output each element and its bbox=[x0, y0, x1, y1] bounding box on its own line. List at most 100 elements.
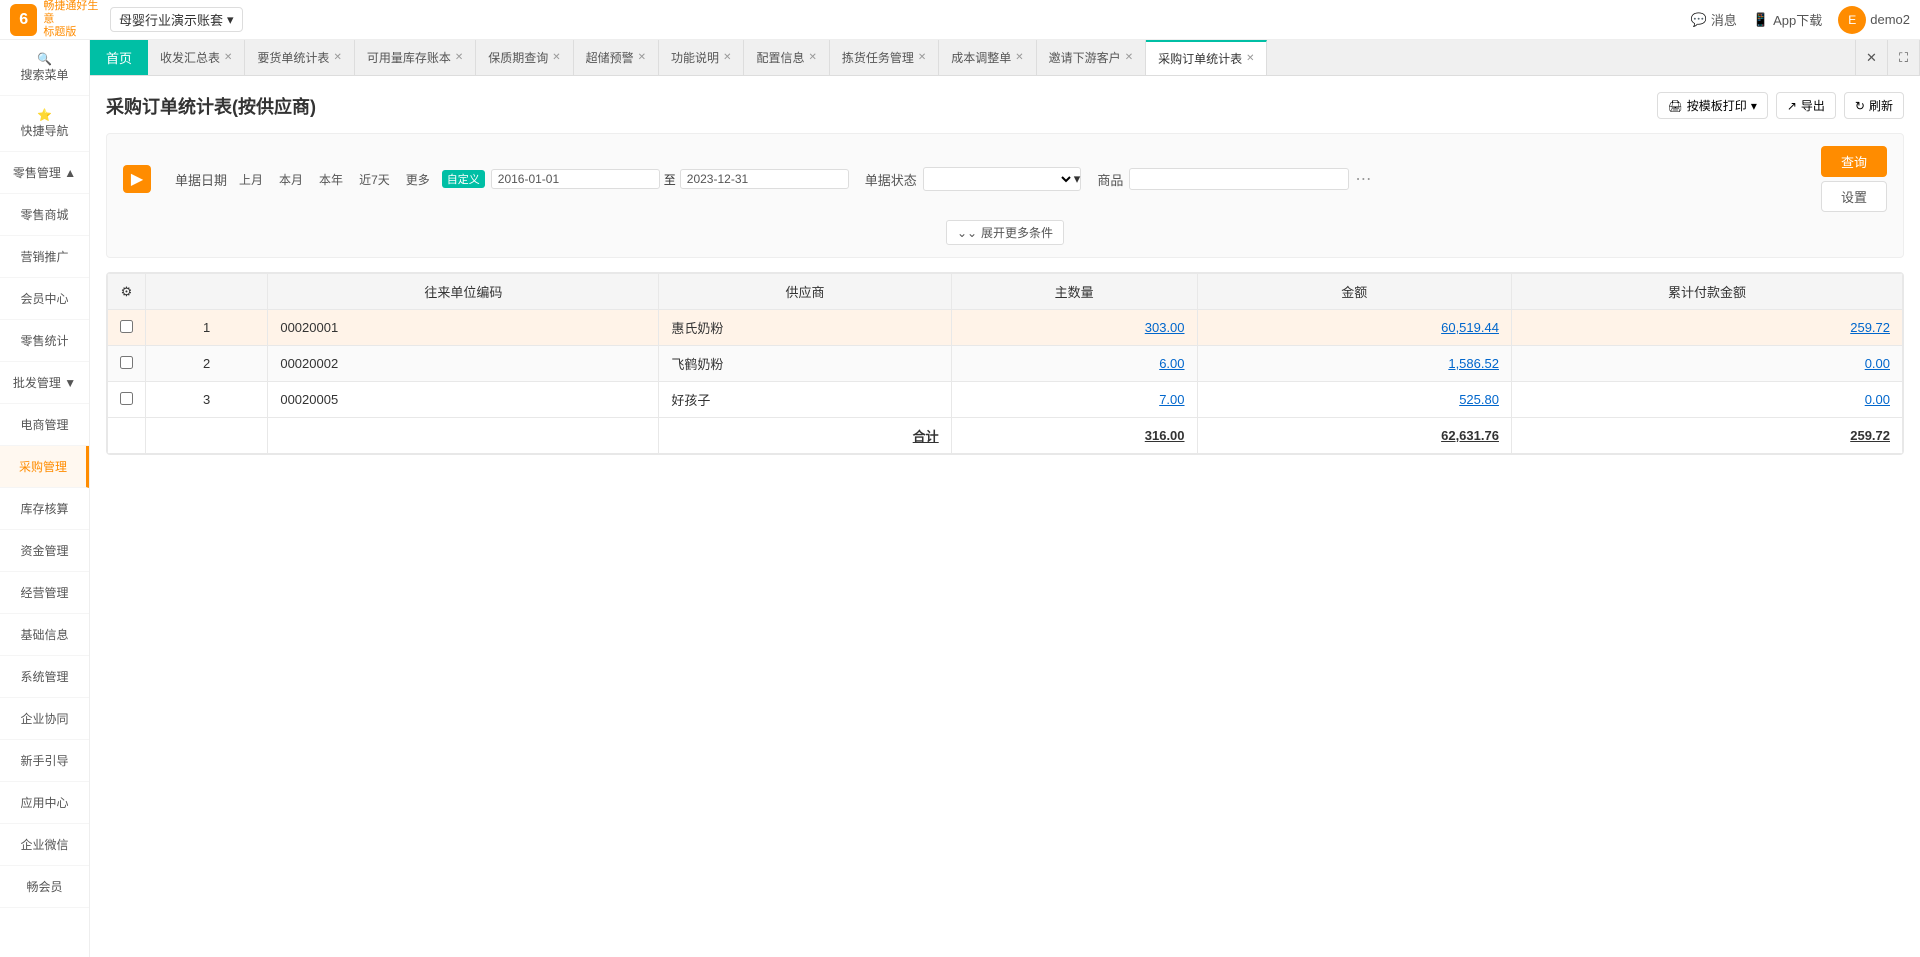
th-amount: 金额 bbox=[1197, 274, 1511, 310]
sidebar-item-purchase[interactable]: 采购管理 bbox=[0, 446, 89, 488]
top-right: 💬 消息 📱 App下载 E demo2 bbox=[1691, 6, 1910, 34]
sidebar-item-enterprise[interactable]: 企业协同 bbox=[0, 698, 89, 740]
tab-close-peizhi[interactable]: ✕ bbox=[808, 52, 816, 63]
workspace-selector[interactable]: 母婴行业演示账套 ▾ bbox=[110, 7, 243, 32]
sidebar-item-shortcut[interactable]: ⭐ 快捷导航 bbox=[0, 96, 89, 152]
export-button[interactable]: ↗ 导出 bbox=[1776, 92, 1836, 119]
sidebar-item-member[interactable]: 畅会员 bbox=[0, 866, 89, 908]
chevron-down-icon: ▾ bbox=[1751, 99, 1757, 113]
tab-chengben[interactable]: 成本调整单 ✕ bbox=[939, 40, 1036, 75]
sidebar-item-membership[interactable]: 会员中心 bbox=[0, 278, 89, 320]
tab-close-gongneng[interactable]: ✕ bbox=[723, 52, 731, 63]
goods-filter-label: 商品 bbox=[1097, 170, 1123, 189]
settings-button[interactable]: 设置 bbox=[1821, 181, 1887, 212]
tab-close-caigou[interactable]: ✕ bbox=[1246, 53, 1254, 64]
sidebar-item-wholesale[interactable]: 批发管理 ▼ bbox=[0, 362, 89, 404]
user-avatar[interactable]: E demo2 bbox=[1838, 6, 1910, 34]
row-checkbox-cell[interactable] bbox=[108, 382, 146, 418]
row-paid[interactable]: 0.00 bbox=[1511, 382, 1902, 418]
th-supplier: 供应商 bbox=[659, 274, 951, 310]
th-settings[interactable]: ⚙ bbox=[108, 274, 146, 310]
tab-close-tuohuo[interactable]: ✕ bbox=[918, 52, 926, 63]
sidebar-item-finance[interactable]: 资金管理 bbox=[0, 530, 89, 572]
filter-status-item: 单据状态 ▾ bbox=[865, 167, 1082, 191]
table-row: 1 00020001 惠氏奶粉 303.00 60,519.44 259.72 bbox=[108, 310, 1903, 346]
tab-close-all-button[interactable]: ✕ bbox=[1856, 40, 1888, 76]
row-paid[interactable]: 0.00 bbox=[1511, 346, 1902, 382]
row-checkbox-cell[interactable] bbox=[108, 346, 146, 382]
shortcut-this-year[interactable]: 本年 bbox=[313, 169, 349, 190]
row-paid[interactable]: 259.72 bbox=[1511, 310, 1902, 346]
tab-keyong[interactable]: 可用量库存账本 ✕ bbox=[355, 40, 476, 75]
custom-date-badge: 自定义 bbox=[442, 170, 485, 188]
sidebar-item-wechat[interactable]: 企业微信 bbox=[0, 824, 89, 866]
filter-buttons: 查询 设置 bbox=[1821, 146, 1887, 212]
tab-yaohuo[interactable]: 要货单统计表 ✕ bbox=[245, 40, 354, 75]
app-download-button[interactable]: 📱 App下载 bbox=[1753, 10, 1822, 29]
tab-close-shoufashui[interactable]: ✕ bbox=[224, 52, 232, 63]
sidebar-item-inventory[interactable]: 库存核算 bbox=[0, 488, 89, 530]
tab-home[interactable]: 首页 bbox=[90, 40, 148, 75]
row-amount[interactable]: 525.80 bbox=[1197, 382, 1511, 418]
content-area: 首页 收发汇总表 ✕ 要货单统计表 ✕ 可用量库存账本 ✕ 保质期查询 ✕ bbox=[90, 40, 1920, 957]
search-icon: 🔍 bbox=[6, 52, 83, 66]
header-actions: 🖨 按模板打印 ▾ ↗ 导出 ↻ 刷新 bbox=[1657, 92, 1904, 119]
tab-caigou[interactable]: 采购订单统计表 ✕ bbox=[1146, 40, 1267, 75]
row-supplier: 好孩子 bbox=[659, 382, 951, 418]
goods-more-icon[interactable]: ⋯ bbox=[1355, 169, 1371, 189]
template-print-button[interactable]: 🖨 按模板打印 ▾ bbox=[1657, 92, 1768, 119]
row-qty[interactable]: 7.00 bbox=[951, 382, 1197, 418]
query-button[interactable]: 查询 bbox=[1821, 146, 1887, 177]
avatar-icon: E bbox=[1838, 6, 1866, 34]
shortcut-7-days[interactable]: 近7天 bbox=[353, 169, 396, 190]
sidebar-item-search[interactable]: 🔍 搜索菜单 bbox=[0, 40, 89, 96]
sidebar-item-basic[interactable]: 基础信息 bbox=[0, 614, 89, 656]
tab-close-chengben[interactable]: ✕ bbox=[1015, 52, 1023, 63]
shortcut-more[interactable]: 更多 bbox=[400, 169, 436, 190]
sidebar-item-newbie[interactable]: 新手引导 bbox=[0, 740, 89, 782]
shortcut-last-month[interactable]: 上月 bbox=[233, 169, 269, 190]
row-amount[interactable]: 1,586.52 bbox=[1197, 346, 1511, 382]
tab-close-yaoqing[interactable]: ✕ bbox=[1125, 52, 1133, 63]
status-select[interactable] bbox=[924, 168, 1074, 190]
filter-toggle-button[interactable]: ▶ bbox=[123, 165, 151, 193]
tab-yaoqing[interactable]: 邀请下游客户 ✕ bbox=[1037, 40, 1146, 75]
sidebar-item-ecommerce[interactable]: 电商管理 bbox=[0, 404, 89, 446]
row-checkbox-cell[interactable] bbox=[108, 310, 146, 346]
chevron-down-icon: ▾ bbox=[227, 12, 234, 28]
goods-input[interactable] bbox=[1129, 168, 1349, 190]
tab-close-yaohuo[interactable]: ✕ bbox=[333, 52, 341, 63]
tab-chaochuyujing[interactable]: 超储预警 ✕ bbox=[574, 40, 659, 75]
sidebar-item-marketing[interactable]: 营销推广 bbox=[0, 236, 89, 278]
row-qty[interactable]: 303.00 bbox=[951, 310, 1197, 346]
footer-supplier-cell: 合计 bbox=[659, 418, 951, 454]
sidebar-item-retail-stats[interactable]: 零售统计 bbox=[0, 320, 89, 362]
row-supplier: 飞鹤奶粉 bbox=[659, 346, 951, 382]
refresh-button[interactable]: ↻ 刷新 bbox=[1844, 92, 1904, 119]
refresh-icon: ↻ bbox=[1855, 99, 1865, 113]
expand-icon: ⌄⌄ bbox=[957, 226, 977, 240]
tab-close-baozhiqi[interactable]: ✕ bbox=[552, 52, 560, 63]
th-seq bbox=[146, 274, 268, 310]
sidebar-item-retail[interactable]: 零售管理 ▲ bbox=[0, 152, 89, 194]
filter-row-main: ▶ 单据日期 上月 本月 本年 近7天 更多 自定义 bbox=[123, 146, 1887, 212]
date-from-input[interactable] bbox=[491, 169, 660, 189]
sidebar-item-apps[interactable]: 应用中心 bbox=[0, 782, 89, 824]
tab-peizhi[interactable]: 配置信息 ✕ bbox=[744, 40, 829, 75]
tab-close-keyong[interactable]: ✕ bbox=[455, 52, 463, 63]
sidebar-item-system[interactable]: 系统管理 bbox=[0, 656, 89, 698]
message-button[interactable]: 💬 消息 bbox=[1691, 10, 1737, 29]
tab-tuohuo[interactable]: 拣货任务管理 ✕ bbox=[830, 40, 939, 75]
row-qty[interactable]: 6.00 bbox=[951, 346, 1197, 382]
row-amount[interactable]: 60,519.44 bbox=[1197, 310, 1511, 346]
tab-shoufashui[interactable]: 收发汇总表 ✕ bbox=[148, 40, 245, 75]
tab-gongneng[interactable]: 功能说明 ✕ bbox=[659, 40, 744, 75]
expand-more-button[interactable]: ⌄⌄ 展开更多条件 bbox=[946, 220, 1064, 245]
sidebar-item-retail-mall[interactable]: 零售商城 bbox=[0, 194, 89, 236]
tab-fullscreen-button[interactable]: ⛶ bbox=[1888, 40, 1920, 76]
tab-baozhiqi[interactable]: 保质期查询 ✕ bbox=[476, 40, 573, 75]
date-to-input[interactable] bbox=[680, 169, 849, 189]
sidebar-item-operations[interactable]: 经营管理 bbox=[0, 572, 89, 614]
shortcut-this-month[interactable]: 本月 bbox=[273, 169, 309, 190]
tab-close-chaochuyujing[interactable]: ✕ bbox=[638, 52, 646, 63]
